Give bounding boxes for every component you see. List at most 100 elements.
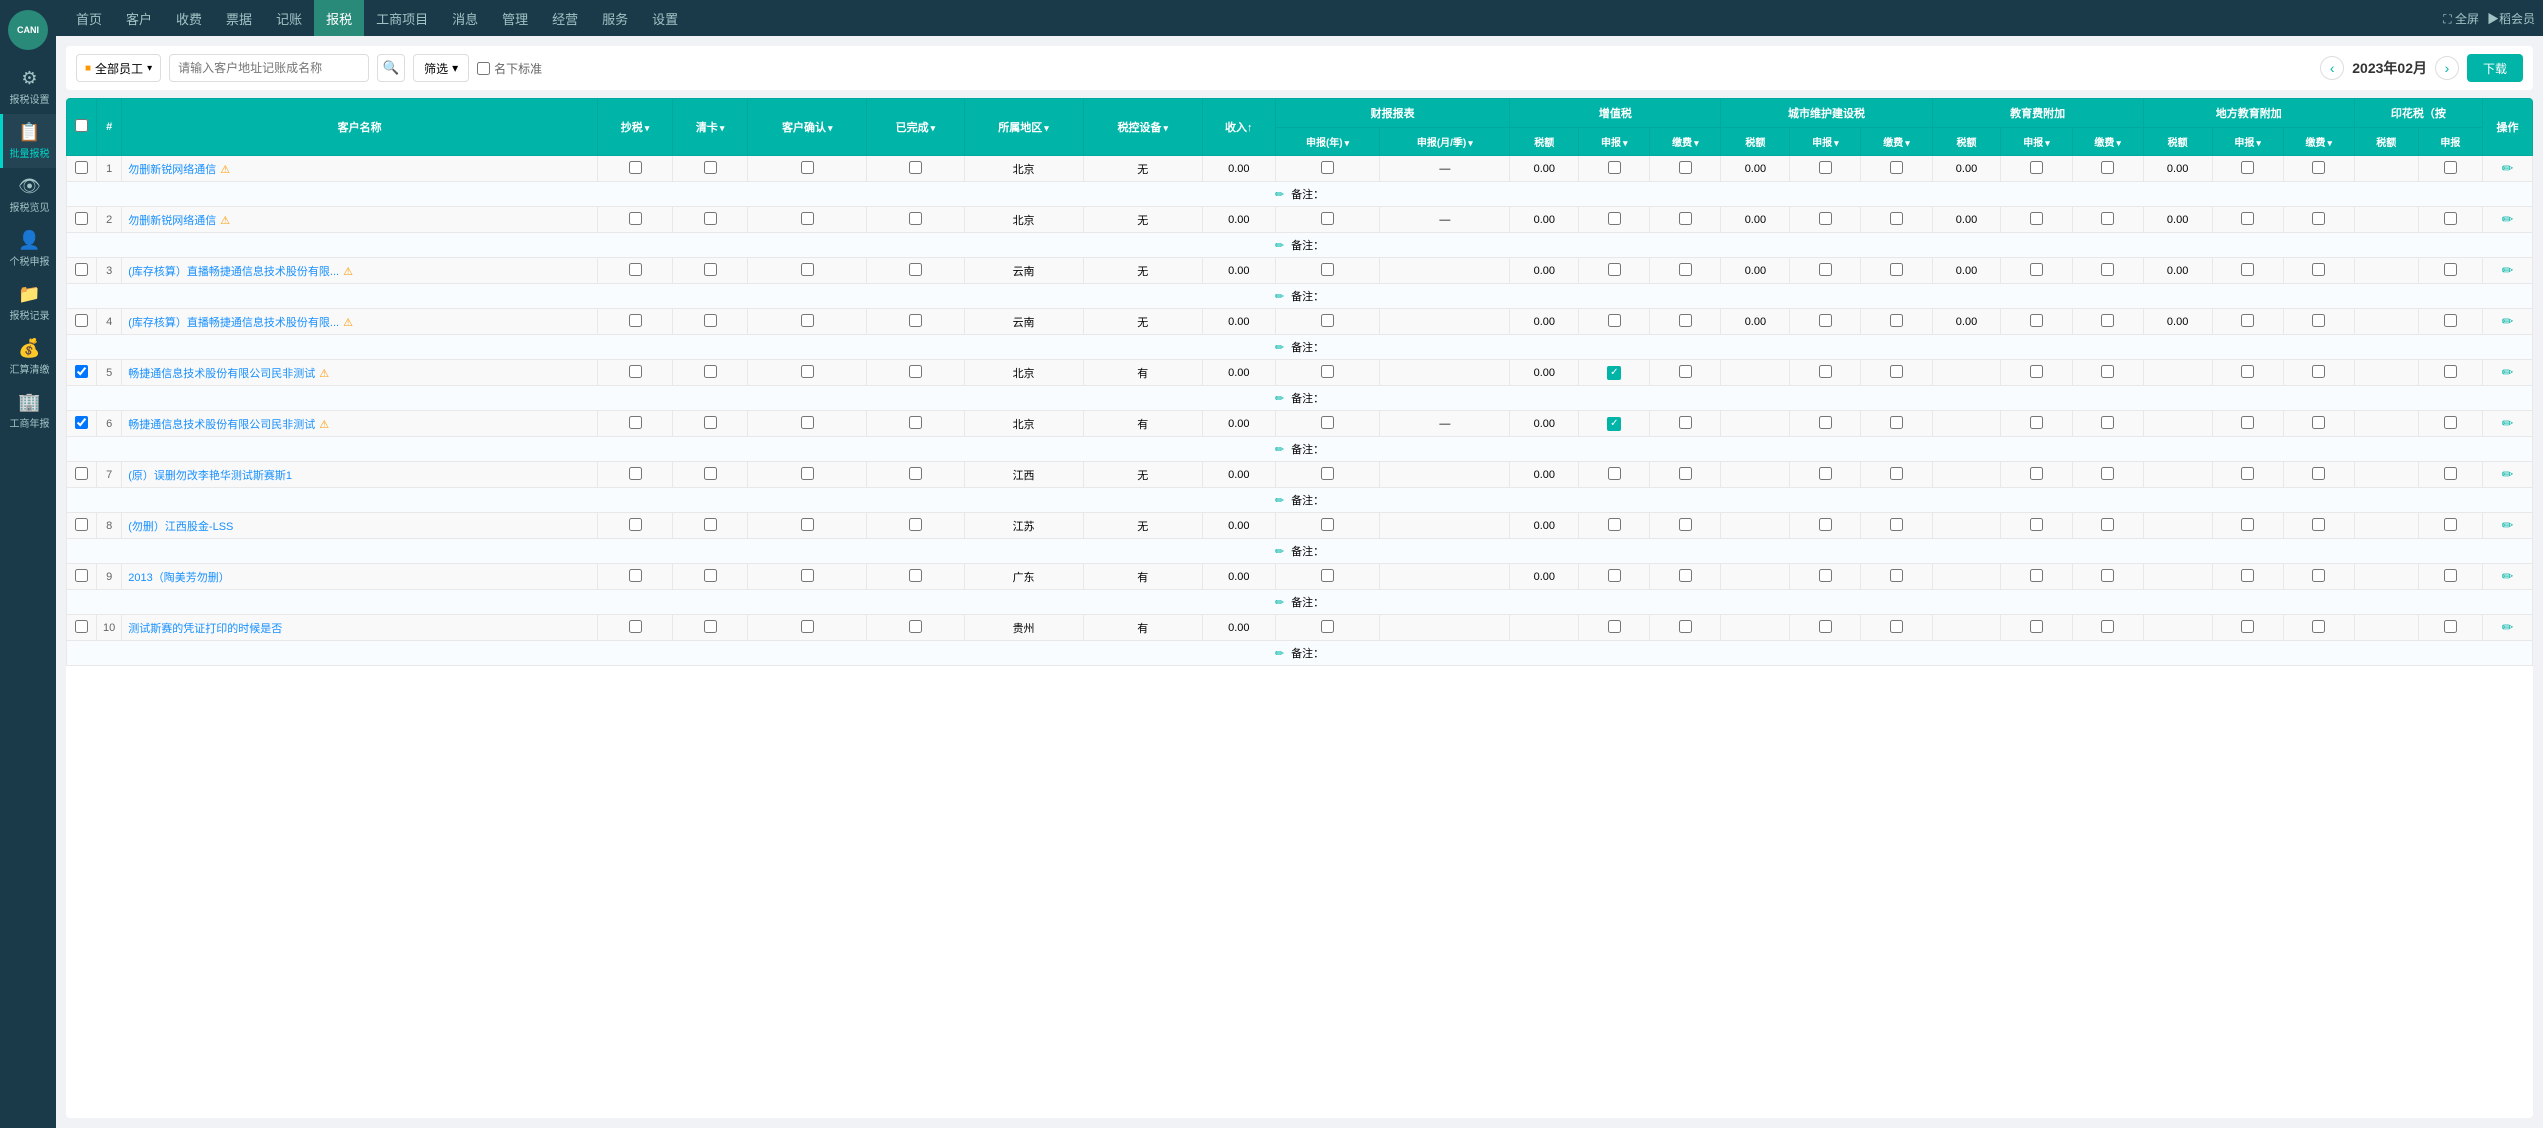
zz-pay-checkbox[interactable]	[1679, 569, 1692, 582]
csw-report-checkbox[interactable]	[1819, 365, 1832, 378]
search-input[interactable]	[169, 54, 369, 82]
qingka-checkbox[interactable]	[704, 620, 717, 633]
csw-report-checkbox[interactable]	[1819, 314, 1832, 327]
local-pay-checkbox[interactable]	[2312, 365, 2325, 378]
chaosui-checkbox[interactable]	[629, 467, 642, 480]
yh-report-checkbox[interactable]	[2444, 161, 2457, 174]
sidebar-item-huisuanqingjiao[interactable]: 💰 汇算清缴	[0, 330, 56, 384]
zz-pay-checkbox[interactable]	[1679, 212, 1692, 225]
nav-tax[interactable]: 报税	[314, 0, 364, 36]
local-pay-checkbox[interactable]	[2312, 161, 2325, 174]
edu-pay-checkbox[interactable]	[2101, 518, 2114, 531]
edu-pay-checkbox[interactable]	[2101, 212, 2114, 225]
qingka-checkbox[interactable]	[704, 416, 717, 429]
chaosui-checkbox[interactable]	[629, 263, 642, 276]
confirm-checkbox[interactable]	[801, 314, 814, 327]
csw-report-checkbox[interactable]	[1819, 212, 1832, 225]
zz-pay-checkbox[interactable]	[1679, 467, 1692, 480]
cw-year-checkbox[interactable]	[1321, 365, 1334, 378]
confirm-checkbox[interactable]	[801, 416, 814, 429]
nav-invoices[interactable]: 票据	[214, 0, 264, 36]
row-checkbox[interactable]	[75, 416, 88, 429]
local-report-checkbox[interactable]	[2241, 263, 2254, 276]
name-tag-checkbox[interactable]	[477, 62, 490, 75]
done-checkbox[interactable]	[909, 569, 922, 582]
local-pay-checkbox[interactable]	[2312, 518, 2325, 531]
edit-button[interactable]: ✏	[2483, 309, 2533, 335]
csw-report-checkbox[interactable]	[1819, 620, 1832, 633]
csw-pay-checkbox[interactable]	[1890, 467, 1903, 480]
local-report-checkbox[interactable]	[2241, 161, 2254, 174]
select-all-checkbox[interactable]	[75, 119, 88, 132]
zz-report-checkbox[interactable]	[1608, 518, 1621, 531]
download-button[interactable]: 下载	[2467, 54, 2523, 82]
sidebar-item-piliangbaoshui[interactable]: 📋 批量报税	[0, 114, 56, 168]
edit-button[interactable]: ✏	[2483, 411, 2533, 437]
local-pay-checkbox[interactable]	[2312, 314, 2325, 327]
done-checkbox[interactable]	[909, 416, 922, 429]
nav-business[interactable]: 工商项目	[364, 0, 440, 36]
row-checkbox[interactable]	[75, 365, 88, 378]
local-report-checkbox[interactable]	[2241, 620, 2254, 633]
edu-pay-checkbox[interactable]	[2101, 365, 2114, 378]
csw-pay-checkbox[interactable]	[1890, 620, 1903, 633]
edu-pay-checkbox[interactable]	[2101, 620, 2114, 633]
member-btn[interactable]: ▶稻会员	[2487, 10, 2535, 27]
edit-button[interactable]: ✏	[2483, 564, 2533, 590]
nav-fees[interactable]: 收费	[164, 0, 214, 36]
employee-filter-select[interactable]: ■ 全部员工 ▾	[76, 54, 161, 82]
zz-report-checkbox[interactable]	[1608, 569, 1621, 582]
confirm-checkbox[interactable]	[801, 569, 814, 582]
csw-pay-checkbox[interactable]	[1890, 212, 1903, 225]
csw-pay-checkbox[interactable]	[1890, 314, 1903, 327]
nav-home[interactable]: 首页	[64, 0, 114, 36]
qingka-checkbox[interactable]	[704, 314, 717, 327]
qingka-checkbox[interactable]	[704, 212, 717, 225]
edu-report-checkbox[interactable]	[2030, 161, 2043, 174]
qingka-checkbox[interactable]	[704, 518, 717, 531]
yh-report-checkbox[interactable]	[2444, 365, 2457, 378]
csw-report-checkbox[interactable]	[1819, 263, 1832, 276]
chaosui-checkbox[interactable]	[629, 620, 642, 633]
edu-pay-checkbox[interactable]	[2101, 416, 2114, 429]
filter-button[interactable]: 筛选 ▾	[413, 54, 469, 82]
yh-report-checkbox[interactable]	[2444, 518, 2457, 531]
qingka-checkbox[interactable]	[704, 569, 717, 582]
zz-report-checkbox[interactable]	[1608, 467, 1621, 480]
edu-report-checkbox[interactable]	[2030, 620, 2043, 633]
zz-report-checkbox[interactable]	[1608, 212, 1621, 225]
qingka-checkbox[interactable]	[704, 263, 717, 276]
client-name[interactable]: 畅捷通信息技术股份有限公司民非测试⚠	[122, 411, 598, 437]
confirm-checkbox[interactable]	[801, 263, 814, 276]
zz-report-checked[interactable]: ✓	[1607, 417, 1621, 431]
sidebar-item-gongshangnianbao[interactable]: 🏢 工商年报	[0, 384, 56, 438]
edu-report-checkbox[interactable]	[2030, 314, 2043, 327]
csw-pay-checkbox[interactable]	[1890, 263, 1903, 276]
done-checkbox[interactable]	[909, 212, 922, 225]
local-report-checkbox[interactable]	[2241, 212, 2254, 225]
zz-report-checkbox[interactable]	[1608, 620, 1621, 633]
fullscreen-btn[interactable]: ⛶ 全屏	[2443, 10, 2479, 27]
zz-pay-checkbox[interactable]	[1679, 365, 1692, 378]
nav-clients[interactable]: 客户	[114, 0, 164, 36]
nav-settings[interactable]: 设置	[640, 0, 690, 36]
zz-pay-checkbox[interactable]	[1679, 620, 1692, 633]
csw-pay-checkbox[interactable]	[1890, 518, 1903, 531]
edit-button[interactable]: ✏	[2483, 207, 2533, 233]
edu-pay-checkbox[interactable]	[2101, 314, 2114, 327]
prev-date-button[interactable]: ‹	[2320, 56, 2344, 80]
confirm-checkbox[interactable]	[801, 518, 814, 531]
chaosui-checkbox[interactable]	[629, 518, 642, 531]
yh-report-checkbox[interactable]	[2444, 314, 2457, 327]
sidebar-item-baoshuilan[interactable]: 👁 报税览见	[0, 168, 56, 222]
nav-operations[interactable]: 经营	[540, 0, 590, 36]
edit-button[interactable]: ✏	[2483, 360, 2533, 386]
edit-button[interactable]: ✏	[2483, 156, 2533, 182]
nav-manage[interactable]: 管理	[490, 0, 540, 36]
client-name[interactable]: (勿删）江西股金-LSS	[122, 513, 598, 539]
yh-report-checkbox[interactable]	[2444, 569, 2457, 582]
row-checkbox[interactable]	[75, 212, 88, 225]
zz-report-checkbox[interactable]	[1608, 161, 1621, 174]
chaosui-checkbox[interactable]	[629, 569, 642, 582]
zz-pay-checkbox[interactable]	[1679, 161, 1692, 174]
